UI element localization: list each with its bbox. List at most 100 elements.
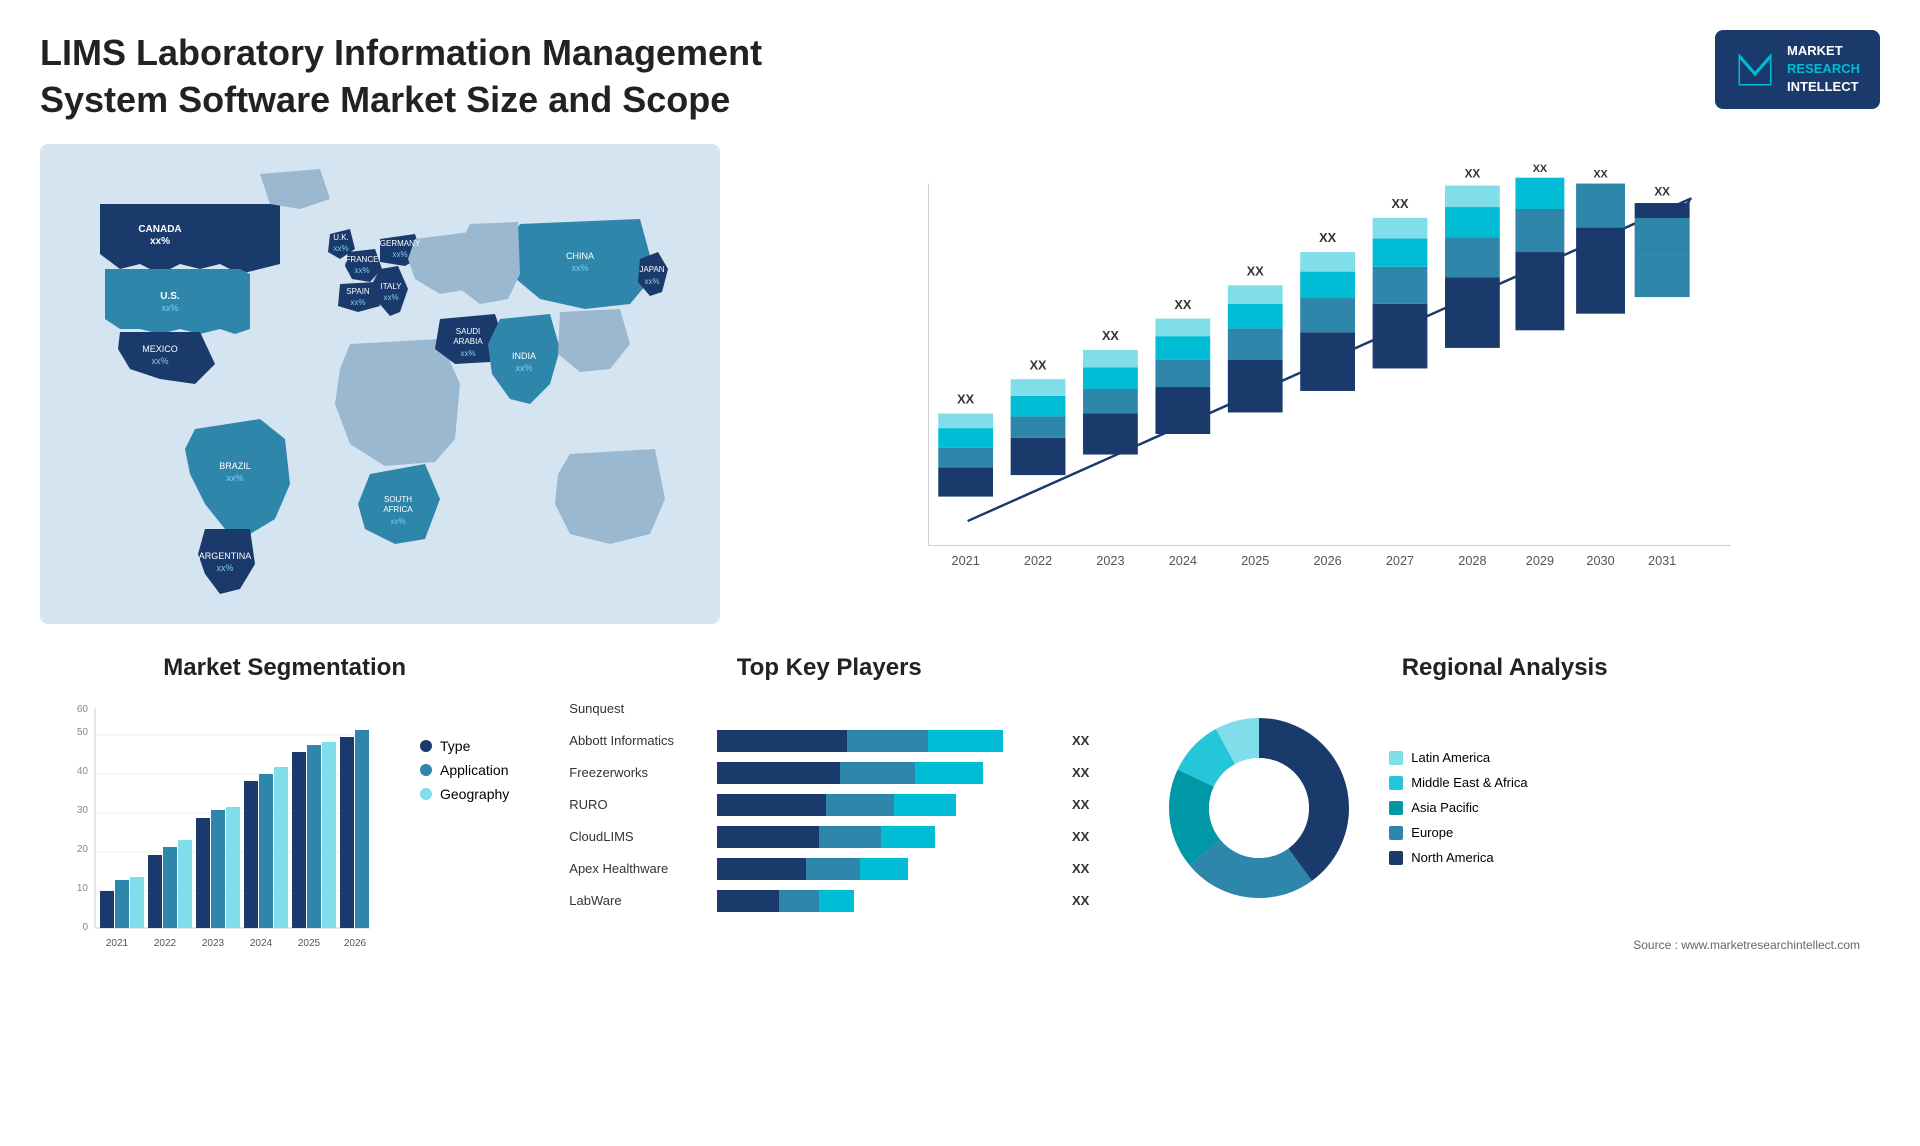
legend-type: Type xyxy=(420,738,509,754)
bar-2024-mid xyxy=(1155,359,1210,386)
bar-2023-label: XX xyxy=(1102,328,1119,343)
player-ruro: RURO XX xyxy=(569,794,1089,816)
player-freezerworks-bar xyxy=(717,762,1058,784)
bar-2021-dark xyxy=(938,467,993,496)
seg-2026-type xyxy=(340,737,354,928)
key-players-container: Top Key Players Sunquest Abbott Informat… xyxy=(549,644,1109,1044)
player-labware-value: XX xyxy=(1072,893,1089,908)
player-cloudlims: CloudLIMS XX xyxy=(569,826,1089,848)
player-labware: LabWare XX xyxy=(569,890,1089,912)
player-abbott-light xyxy=(928,730,1003,752)
logo-icon xyxy=(1735,49,1775,89)
legend-application: Application xyxy=(420,762,509,778)
player-abbott-mid xyxy=(847,730,929,752)
japan-label: JAPAN xyxy=(639,265,664,274)
bar-2023-mid xyxy=(1083,389,1138,413)
player-apex-value: XX xyxy=(1072,861,1089,876)
legend-latin-america: Latin America xyxy=(1389,750,1527,765)
saudi-value: xx% xyxy=(460,349,475,358)
bar-2021-lighter xyxy=(938,413,993,428)
player-sunquest: Sunquest xyxy=(569,698,1089,720)
regional-title: Regional Analysis xyxy=(1149,654,1860,682)
seg-2023-geo xyxy=(226,807,240,928)
player-ruro-bar xyxy=(717,794,1058,816)
saudi-label2: ARABIA xyxy=(453,337,483,346)
seg-2022-type xyxy=(148,855,162,928)
bar-2031-label: XX xyxy=(1654,185,1670,198)
us-value: xx% xyxy=(161,303,178,313)
donut-chart xyxy=(1149,698,1369,918)
seg-2021-app xyxy=(115,880,129,928)
svg-text:40: 40 xyxy=(77,766,89,777)
bar-2028-dark xyxy=(1445,277,1500,347)
legend-north-america-label: North America xyxy=(1411,850,1493,865)
player-freezerworks-value: XX xyxy=(1072,765,1089,780)
bar-2025-mid xyxy=(1228,328,1283,359)
brazil-value: xx% xyxy=(226,473,243,483)
page: LIMS Laboratory Information Management S… xyxy=(0,0,1920,1146)
legend-application-label: Application xyxy=(440,762,509,778)
seg-2021-type xyxy=(100,891,114,928)
segmentation-container: Market Segmentation 0 10 20 30 40 50 60 xyxy=(40,644,529,1044)
year-2027: 2027 xyxy=(1386,553,1414,568)
bar-2031-mid-fix xyxy=(1635,217,1690,247)
seg-2025-type xyxy=(292,752,306,928)
bar-2022-mid xyxy=(1011,416,1066,438)
bar-2024-lighter xyxy=(1155,318,1210,336)
year-2031: 2031 xyxy=(1648,553,1676,568)
seg-2024-geo xyxy=(274,767,288,928)
donut-area: Latin America Middle East & Africa Asia … xyxy=(1149,698,1860,918)
bar-2022-dark xyxy=(1011,438,1066,475)
bar-2029-label: XX xyxy=(1533,164,1548,175)
donut-center xyxy=(1209,758,1309,858)
player-freezerworks-mid xyxy=(840,762,915,784)
player-ruro-value: XX xyxy=(1072,797,1089,812)
uk-label: U.K. xyxy=(333,233,349,242)
legend-latin-america-label: Latin America xyxy=(1411,750,1490,765)
bar-2027-label: XX xyxy=(1392,196,1409,211)
seg-2022-app xyxy=(163,847,177,928)
bar-2022-lighter xyxy=(1011,379,1066,396)
donut-legend: Latin America Middle East & Africa Asia … xyxy=(1389,750,1527,865)
segmentation-legend: Type Application Geography xyxy=(420,738,509,802)
source-text: Source : www.marketresearchintellect.com xyxy=(1149,938,1860,952)
bar-2031-mid2 xyxy=(1635,248,1690,297)
legend-middle-east-color xyxy=(1389,776,1403,790)
legend-europe-color xyxy=(1389,826,1403,840)
bar-2031-top xyxy=(1635,203,1690,218)
india-value: xx% xyxy=(515,363,532,373)
mexico-label: MEXICO xyxy=(142,344,178,354)
legend-europe: Europe xyxy=(1389,825,1527,840)
bar-2027-light xyxy=(1373,238,1428,266)
player-freezerworks: Freezerworks XX xyxy=(569,762,1089,784)
year-2030: 2030 xyxy=(1586,553,1614,568)
seg-x-2023: 2023 xyxy=(202,938,225,949)
year-2025: 2025 xyxy=(1241,553,1269,568)
year-2024: 2024 xyxy=(1169,553,1197,568)
brazil-label: BRAZIL xyxy=(219,461,251,471)
bar-2024-dark xyxy=(1155,387,1210,434)
legend-europe-label: Europe xyxy=(1411,825,1453,840)
player-freezerworks-dark xyxy=(717,762,840,784)
svg-text:10: 10 xyxy=(77,883,89,894)
map-container: CANADA xx% U.S. xx% MEXICO xx% BRAZIL xx… xyxy=(40,144,720,624)
player-labware-bar xyxy=(717,890,1058,912)
bar-2027-lighter xyxy=(1373,217,1428,238)
france-label: FRANCE xyxy=(346,255,379,264)
legend-type-label: Type xyxy=(440,738,470,754)
seg-2021-geo xyxy=(130,877,144,928)
bar-2021-label: XX xyxy=(957,391,974,406)
year-2023: 2023 xyxy=(1096,553,1124,568)
us-label: U.S. xyxy=(160,291,180,302)
player-sunquest-name: Sunquest xyxy=(569,701,709,716)
legend-type-color xyxy=(420,740,432,752)
bar-2030-label: XX xyxy=(1593,168,1608,180)
year-2028: 2028 xyxy=(1458,553,1486,568)
seg-2026-app xyxy=(355,730,369,928)
player-freezerworks-light xyxy=(915,762,983,784)
player-labware-light xyxy=(819,890,853,912)
legend-asia-pacific-label: Asia Pacific xyxy=(1411,800,1478,815)
player-labware-mid xyxy=(779,890,820,912)
year-2026: 2026 xyxy=(1313,553,1341,568)
legend-north-america: North America xyxy=(1389,850,1527,865)
